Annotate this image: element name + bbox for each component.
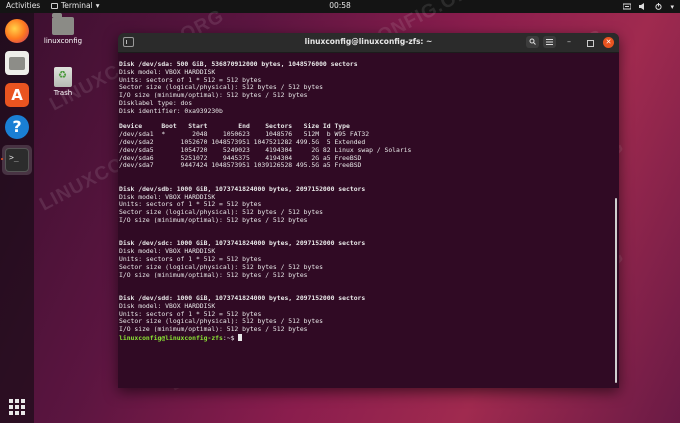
trash-desktop-icon[interactable]: Trash — [41, 67, 85, 97]
search-icon — [529, 38, 536, 45]
title-bar[interactable]: linuxconfig@linuxconfig-zfs: ~ – — [118, 33, 619, 53]
folder-icon — [52, 13, 74, 35]
system-tray[interactable]: ▾ — [623, 0, 674, 13]
prompt-line[interactable]: linuxconfig@linuxconfig-zfs:~$ — [119, 333, 619, 342]
top-bar: Activities Terminal ▾ 00:58 ▾ — [0, 0, 680, 13]
trash-icon — [54, 67, 72, 87]
running-indicator — [1, 158, 3, 160]
trash-label: Trash — [53, 89, 73, 97]
firefox-icon[interactable] — [5, 19, 29, 43]
show-applications-icon[interactable] — [9, 399, 25, 415]
menu-button[interactable] — [543, 36, 556, 48]
search-button[interactable] — [526, 36, 539, 48]
scrollbar[interactable] — [615, 198, 617, 383]
terminal-line: /dev/sda7 9447424 1048573951 1039126528 … — [119, 161, 362, 170]
terminal-icon[interactable]: >_ — [5, 148, 29, 172]
software-icon[interactable]: A — [5, 83, 29, 107]
terminal-line: I/O size (minimum/optimal): 512 bytes / … — [119, 270, 308, 279]
terminal-line: Disk identifier: 0xa939230b — [119, 106, 223, 115]
terminal-line: I/O size (minimum/optimal): 512 bytes / … — [119, 215, 308, 224]
prompt-user: linuxconfig@linuxconfig-zfs — [119, 333, 223, 342]
clock[interactable]: 00:58 — [0, 1, 680, 10]
home-folder-desktop-icon[interactable]: linuxconfig — [41, 13, 85, 45]
maximize-button[interactable] — [587, 40, 594, 47]
terminal-output[interactable]: Disk /dev/sda: 500 GiB, 536870912000 byt… — [119, 60, 619, 388]
files-icon[interactable] — [5, 51, 29, 75]
terminal-line: I/O size (minimum/optimal): 512 bytes / … — [119, 325, 308, 334]
network-icon — [623, 3, 632, 10]
text-cursor — [238, 333, 243, 341]
minimize-button[interactable]: – — [567, 37, 571, 46]
help-icon[interactable]: ? — [5, 115, 29, 139]
prompt-symbol: :~$ — [222, 333, 239, 342]
terminal-window[interactable]: linuxconfig@linuxconfig-zfs: ~ – Disk /d… — [118, 33, 619, 388]
chevron-down-icon: ▾ — [670, 2, 674, 11]
sound-icon — [639, 3, 645, 10]
hamburger-icon — [546, 39, 553, 45]
home-folder-label: linuxconfig — [43, 37, 83, 45]
dock: A ? >_ — [0, 13, 34, 423]
terminal-line: I/O size (minimum/optimal): 512 bytes / … — [119, 91, 308, 100]
close-button[interactable] — [603, 37, 614, 48]
power-icon — [655, 3, 663, 10]
